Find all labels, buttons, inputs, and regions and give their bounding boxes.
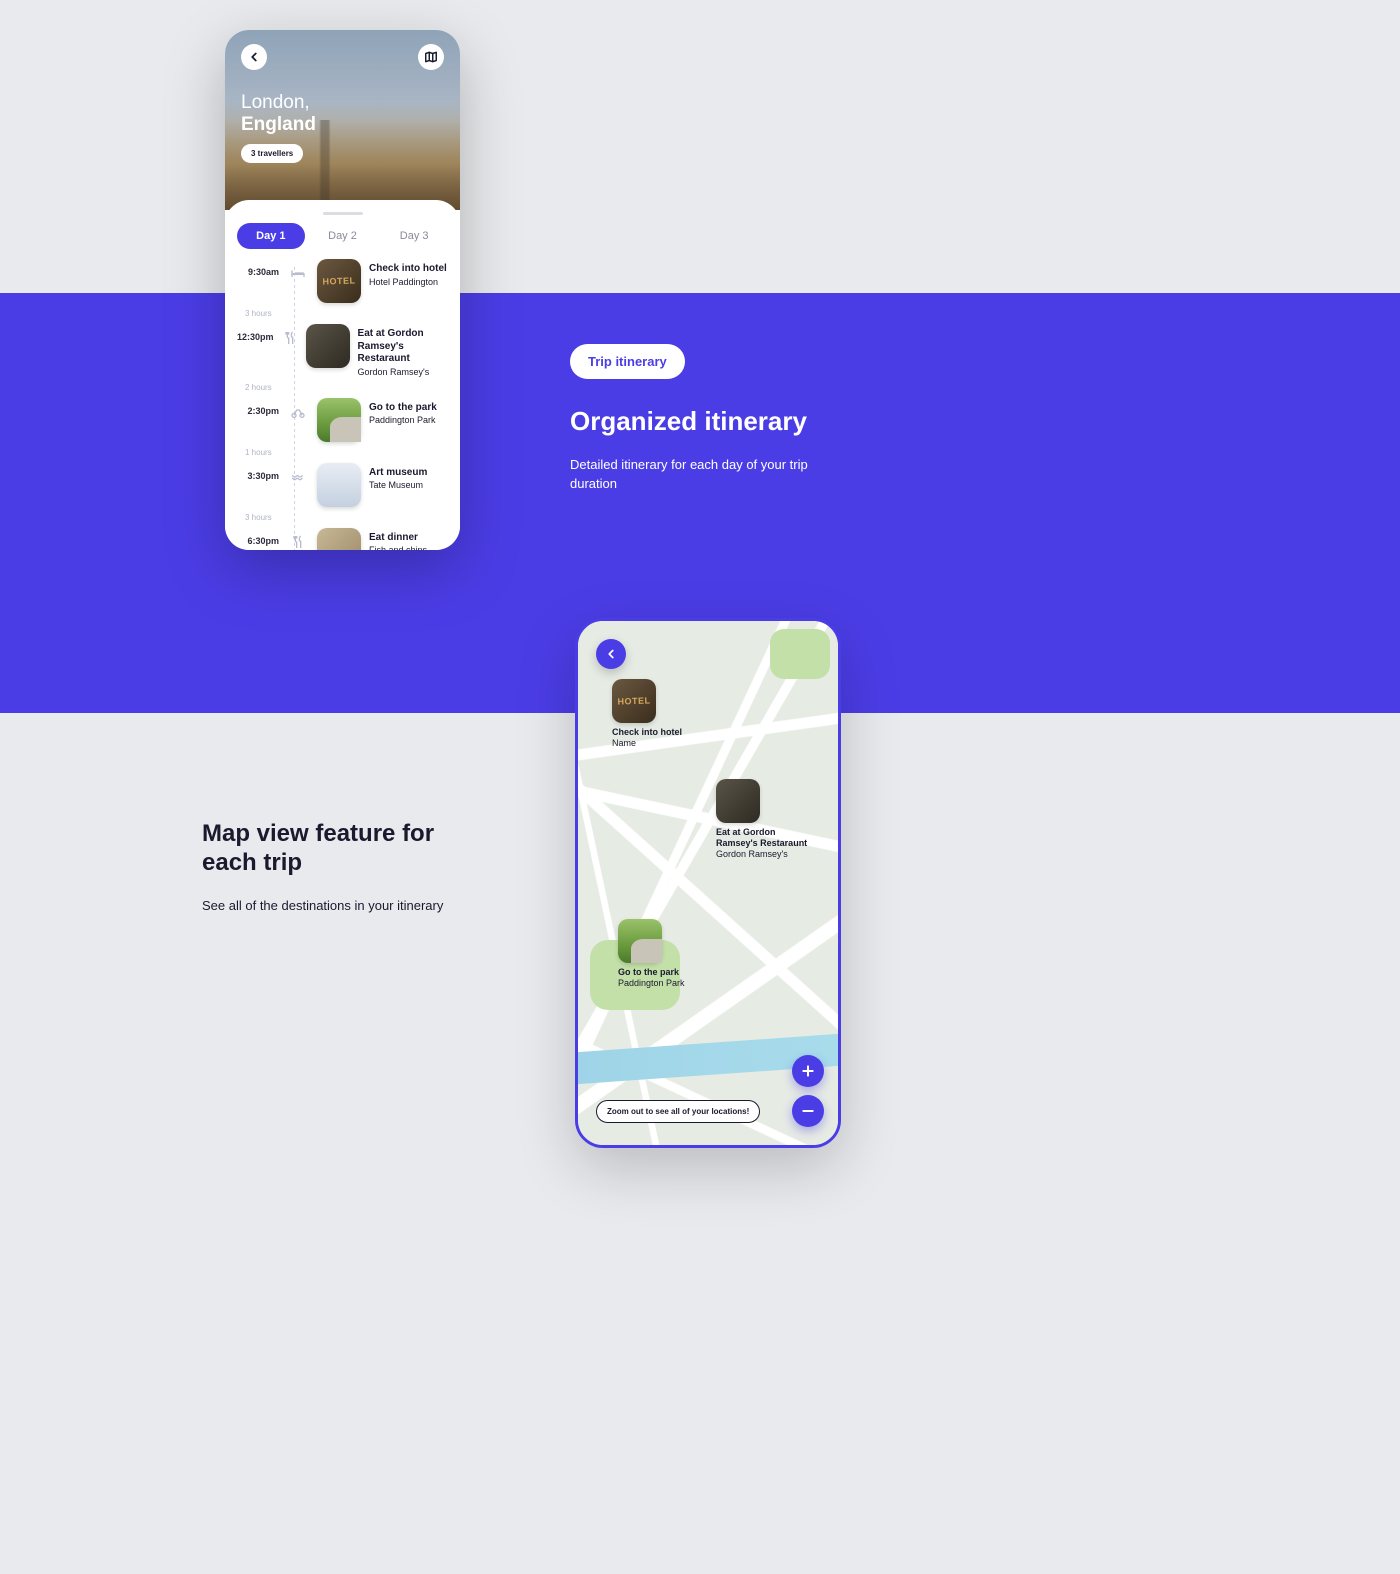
zoom-in-button[interactable] — [792, 1055, 824, 1087]
timeline-item[interactable]: 3:30pm Art museum Tate Museum — [237, 463, 448, 507]
fork-icon — [282, 324, 298, 346]
pin-thumb — [716, 779, 760, 823]
fork-icon — [287, 528, 309, 550]
timeline: 9:30am Check into hotel Hotel Paddington… — [237, 259, 448, 550]
pin-sub: Gordon Ramsey's — [716, 849, 816, 859]
item-time: 12:30pm — [237, 324, 274, 342]
item-time: 2:30pm — [237, 398, 279, 416]
feature-itinerary-text: Trip itinerary Organized itinerary Detai… — [570, 344, 850, 494]
arrow-left-icon — [247, 50, 261, 64]
item-title: Art museum — [369, 467, 427, 480]
item-sub: Paddington Park — [369, 415, 437, 425]
tab-day3[interactable]: Day 3 — [380, 223, 448, 249]
item-thumb — [306, 324, 350, 368]
item-thumb — [317, 259, 361, 303]
timeline-item[interactable]: 12:30pm Eat at Gordon Ramsey's Restaraun… — [237, 324, 448, 377]
map-pin[interactable]: Eat at Gordon Ramsey's Restaraunt Gordon… — [716, 779, 816, 859]
item-sub: Gordon Ramsey's — [358, 367, 448, 377]
pin-thumb — [618, 919, 662, 963]
destination-title: London, England — [241, 92, 444, 136]
feature-title: Organized itinerary — [570, 407, 850, 437]
feature-map-text: Map view feature for each trip See all o… — [202, 820, 462, 915]
travellers-badge[interactable]: 3 travellers — [241, 144, 303, 163]
item-time: 6:30pm — [237, 528, 279, 546]
day-tabs: Day 1 Day 2 Day 3 — [237, 223, 448, 249]
item-thumb — [317, 398, 361, 442]
pin-sub: Name — [612, 738, 712, 748]
back-button[interactable] — [241, 44, 267, 70]
map-icon — [424, 50, 438, 64]
item-sub: Fish and chips — [369, 545, 427, 550]
timeline-item[interactable]: 6:30pm Eat dinner Fish and chips — [237, 528, 448, 551]
waves-icon — [287, 463, 309, 485]
item-title: Eat dinner — [369, 532, 427, 545]
itinerary-phone: London, England 3 travellers Day 1 Day 2… — [225, 30, 460, 550]
item-title: Check into hotel — [369, 263, 447, 276]
tab-day1[interactable]: Day 1 — [237, 223, 305, 249]
map-pin[interactable]: Check into hotel Name — [612, 679, 712, 748]
item-title: Eat at Gordon Ramsey's Restaraunt — [358, 328, 448, 366]
hero-header: London, England 3 travellers — [225, 30, 460, 210]
tab-day2[interactable]: Day 2 — [309, 223, 377, 249]
item-thumb — [317, 528, 361, 551]
item-sub: Tate Museum — [369, 480, 427, 490]
itinerary-sheet: Day 1 Day 2 Day 3 9:30am Check into hote… — [225, 200, 460, 550]
minus-icon — [800, 1103, 816, 1119]
map-pin[interactable]: Go to the park Paddington Park — [618, 919, 718, 988]
map-back-button[interactable] — [596, 639, 626, 669]
timeline-item[interactable]: 9:30am Check into hotel Hotel Paddington — [237, 259, 448, 303]
feature-badge: Trip itinerary — [570, 344, 685, 379]
item-time: 9:30am — [237, 259, 279, 277]
item-time: 3:30pm — [237, 463, 279, 481]
zoom-hint: Zoom out to see all of your locations! — [596, 1100, 760, 1123]
gap-label: 3 hours — [245, 309, 448, 318]
zoom-out-button[interactable] — [792, 1095, 824, 1127]
bike-icon — [287, 398, 309, 420]
feature-body: See all of the destinations in your itin… — [202, 896, 462, 916]
sheet-grabber[interactable] — [323, 212, 363, 215]
timeline-item[interactable]: 2:30pm Go to the park Paddington Park — [237, 398, 448, 442]
plus-icon — [800, 1063, 816, 1079]
bed-icon — [287, 259, 309, 281]
gap-label: 3 hours — [245, 513, 448, 522]
gap-label: 2 hours — [245, 383, 448, 392]
pin-thumb — [612, 679, 656, 723]
pin-title: Go to the park — [618, 967, 718, 978]
feature-body: Detailed itinerary for each day of your … — [570, 455, 850, 494]
pin-sub: Paddington Park — [618, 978, 718, 988]
gap-label: 1 hours — [245, 448, 448, 457]
map-button[interactable] — [418, 44, 444, 70]
map-phone: Check into hotel Name Eat at Gordon Rams… — [575, 618, 841, 1148]
pin-title: Eat at Gordon Ramsey's Restaraunt — [716, 827, 816, 849]
item-title: Go to the park — [369, 402, 437, 415]
arrow-left-icon — [604, 647, 618, 661]
item-thumb — [317, 463, 361, 507]
pin-title: Check into hotel — [612, 727, 712, 738]
feature-title: Map view feature for each trip — [202, 820, 462, 878]
item-sub: Hotel Paddington — [369, 277, 447, 287]
